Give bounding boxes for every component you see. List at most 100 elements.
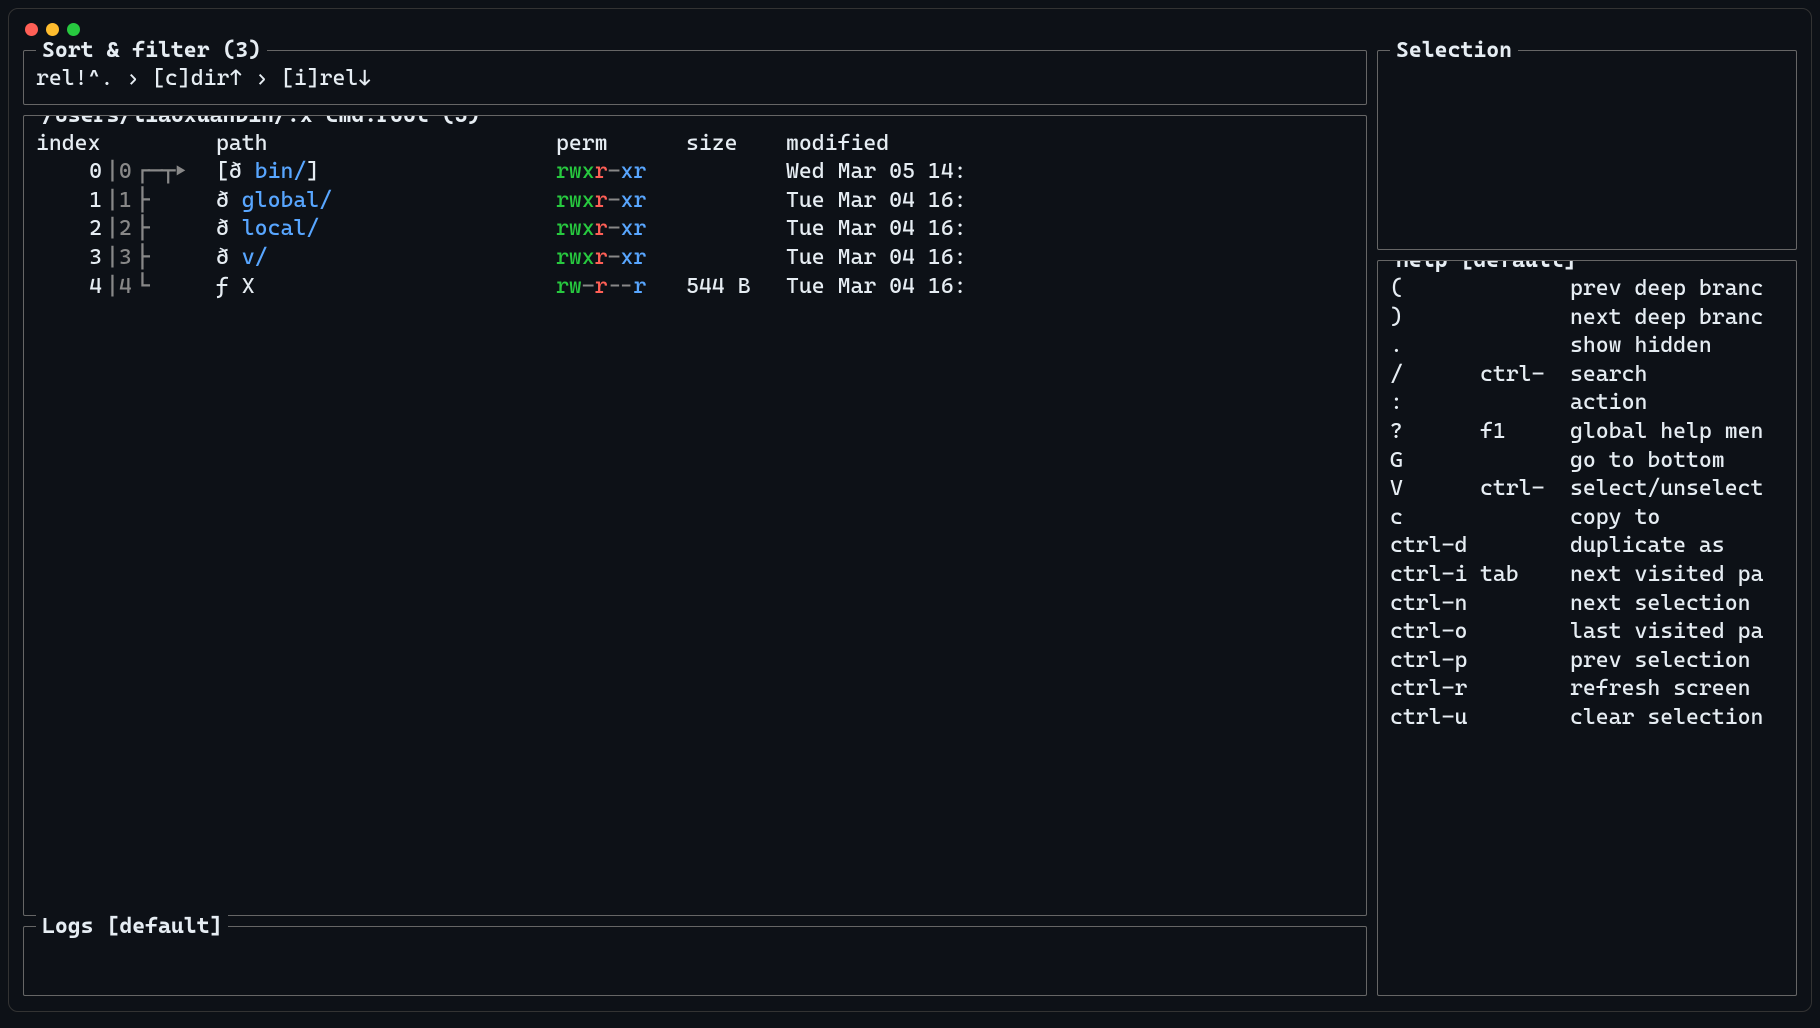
help-alt: [1480, 618, 1570, 647]
help-row: ? f1 global help men: [1390, 418, 1784, 447]
header-perm: perm: [556, 130, 686, 159]
scroll-marker-icon: ▸: [23, 276, 24, 294]
file-idx1: 1: [36, 187, 106, 216]
file-modified: Tue Mar 04 16:: [786, 187, 1354, 216]
maximize-icon[interactable]: [67, 23, 80, 36]
file-row[interactable]: 0 |0 ┌─┬▸ [ð bin/] rwxr-xr Wed Mar 05 14…: [36, 158, 1354, 187]
help-key: ): [1390, 304, 1480, 333]
help-desc: select/unselect: [1570, 475, 1784, 504]
file-idx-sep: |1: [106, 187, 136, 216]
help-row: ) next deep branc: [1390, 304, 1784, 333]
help-alt: [1480, 275, 1570, 304]
help-key: ctrl-r: [1390, 675, 1480, 704]
help-alt: tab: [1480, 561, 1570, 590]
help-desc: next deep branc: [1570, 304, 1784, 333]
help-desc: prev deep branc: [1570, 275, 1784, 304]
file-perm: rwxr-xr: [556, 158, 686, 187]
logs-title: Logs [default]: [36, 913, 228, 942]
header-path: path: [216, 130, 556, 159]
help-desc: search: [1570, 361, 1784, 390]
file-perm: rwxr-xr: [556, 244, 686, 273]
file-modified: Tue Mar 04 16:: [786, 273, 1354, 302]
file-listing-title: /Users/liaoxuanbin/.x-cmd.root (5): [36, 115, 486, 131]
file-perm: rwxr-xr: [556, 215, 686, 244]
file-size: [686, 244, 786, 273]
file-name: ƒ X: [216, 273, 556, 302]
help-row: ctrl-o last visited pa: [1390, 618, 1784, 647]
help-key: ctrl-p: [1390, 647, 1480, 676]
file-perm: rwxr-xr: [556, 187, 686, 216]
help-alt: [1480, 304, 1570, 333]
help-key: :: [1390, 389, 1480, 418]
logs-panel: Logs [default]: [23, 926, 1367, 996]
help-row: ctrl-n next selection: [1390, 590, 1784, 619]
help-alt: ctrl-: [1480, 361, 1570, 390]
file-row[interactable]: 4 |4 └ ƒ X rw-r--r 544 B Tue Mar 04 16:: [36, 273, 1354, 302]
file-idx-sep: |3: [106, 244, 136, 273]
help-key: ctrl-u: [1390, 704, 1480, 733]
tree-branch-icon: └: [136, 273, 216, 302]
content-grid: Sort & filter (3) rel!^. › [c]dir↑ › [i]…: [9, 50, 1811, 1010]
sort-chain-4[interactable]: [i]rel↓: [281, 66, 371, 91]
file-rows-container: 0 |0 ┌─┬▸ [ð bin/] rwxr-xr Wed Mar 05 14…: [36, 158, 1354, 301]
help-desc: next selection: [1570, 590, 1784, 619]
scroll-marker-icon: ▸: [23, 246, 24, 264]
header-tree: [136, 130, 216, 159]
file-name: ð v/: [216, 244, 556, 273]
sort-filter-chain: rel!^. › [c]dir↑ › [i]rel↓: [36, 65, 1354, 94]
file-modified: Wed Mar 05 14:: [786, 158, 1354, 187]
help-desc: duplicate as: [1570, 532, 1784, 561]
help-desc: go to bottom: [1570, 447, 1784, 476]
file-row[interactable]: 2 |2 ├ ð local/ rwxr-xr Tue Mar 04 16:: [36, 215, 1354, 244]
help-panel: Help [default] ( prev deep branc ) next …: [1377, 260, 1797, 996]
sort-chain-0[interactable]: rel!^.: [36, 66, 113, 91]
help-row: / ctrl- search: [1390, 361, 1784, 390]
file-idx-sep: |0: [106, 158, 136, 187]
header-index: index: [36, 130, 136, 159]
file-idx1: 2: [36, 215, 106, 244]
sort-chain-2[interactable]: [c]dir↑: [152, 66, 242, 91]
help-key: .: [1390, 332, 1480, 361]
help-key: ctrl-i: [1390, 561, 1480, 590]
minimize-icon[interactable]: [46, 23, 59, 36]
help-key: ctrl-n: [1390, 590, 1480, 619]
help-desc: last visited pa: [1570, 618, 1784, 647]
help-desc: prev selection: [1570, 647, 1784, 676]
close-icon[interactable]: [25, 23, 38, 36]
help-key: G: [1390, 447, 1480, 476]
selection-panel: Selection: [1377, 50, 1797, 250]
file-row[interactable]: 1 |1 ├ ð global/ rwxr-xr Tue Mar 04 16:: [36, 187, 1354, 216]
help-row: . show hidden: [1390, 332, 1784, 361]
help-key: c: [1390, 504, 1480, 533]
sort-filter-title: Sort & filter (3): [36, 37, 267, 66]
help-alt: [1480, 504, 1570, 533]
titlebar: [9, 9, 1811, 50]
file-idx1: 4: [36, 273, 106, 302]
sort-sep-1: ›: [126, 66, 139, 91]
help-row: ctrl-i tab next visited pa: [1390, 561, 1784, 590]
help-row: ( prev deep branc: [1390, 275, 1784, 304]
file-size: 544 B: [686, 273, 786, 302]
help-alt: [1480, 532, 1570, 561]
help-key: /: [1390, 361, 1480, 390]
help-title: Help [default]: [1390, 260, 1582, 276]
selection-title: Selection: [1390, 37, 1518, 66]
file-idx-sep: |4: [106, 273, 136, 302]
help-alt: f1: [1480, 418, 1570, 447]
help-desc: action: [1570, 389, 1784, 418]
help-alt: [1480, 389, 1570, 418]
sort-sep-3: ›: [255, 66, 268, 91]
help-desc: refresh screen: [1570, 675, 1784, 704]
help-key: (: [1390, 275, 1480, 304]
help-row: : action: [1390, 389, 1784, 418]
file-idx1: 3: [36, 244, 106, 273]
tree-branch-icon: ┌─┬▸: [136, 158, 216, 187]
file-modified: Tue Mar 04 16:: [786, 244, 1354, 273]
help-alt: [1480, 447, 1570, 476]
file-size: [686, 158, 786, 187]
header-modified: modified: [786, 130, 1354, 159]
file-row[interactable]: 3 |3 ├ ð v/ rwxr-xr Tue Mar 04 16:: [36, 244, 1354, 273]
help-row: ctrl-u clear selection: [1390, 704, 1784, 733]
help-rows-container: ( prev deep branc ) next deep branc . sh…: [1390, 275, 1784, 733]
tree-branch-icon: ├: [136, 244, 216, 273]
